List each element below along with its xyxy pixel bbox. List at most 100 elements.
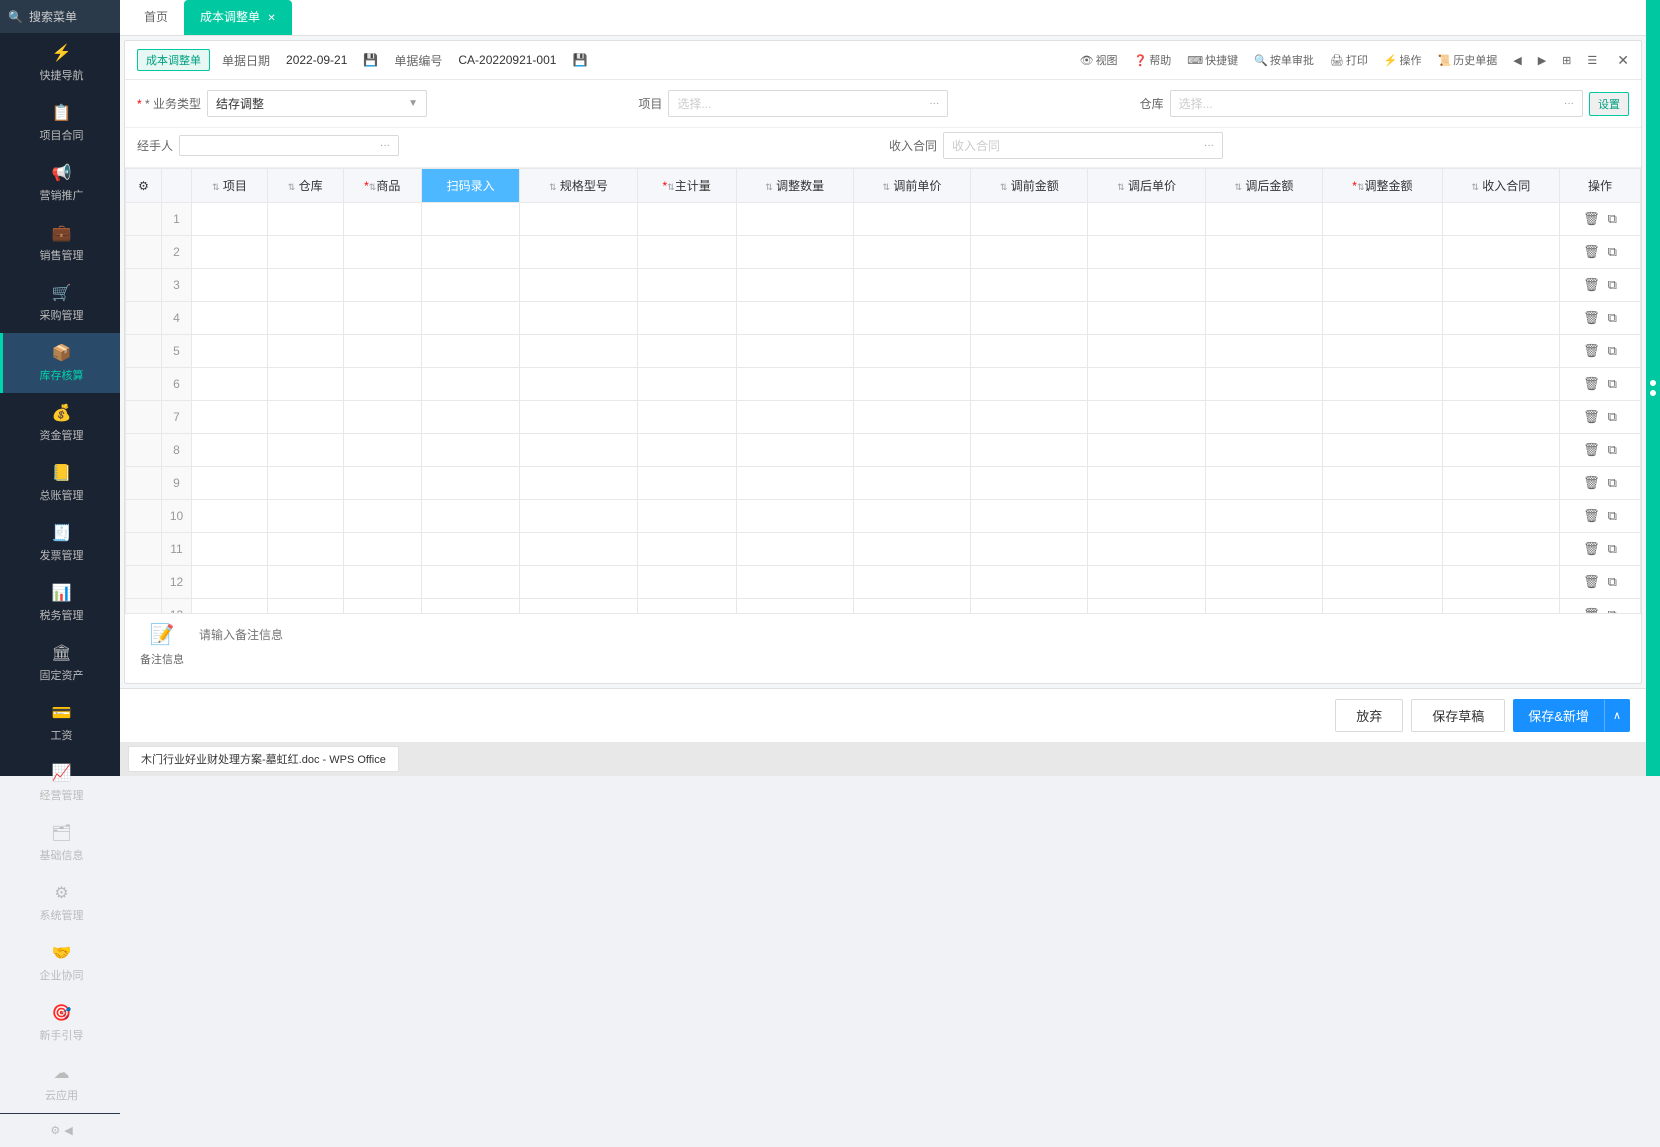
row-pre-unit-price-8[interactable] [853, 434, 970, 467]
row-warehouse-2[interactable] [267, 236, 343, 269]
col-post-amount-header[interactable]: ⇅ 调后金额 [1205, 169, 1322, 203]
row-scan-7[interactable] [421, 401, 520, 434]
row-goods-7[interactable] [343, 401, 421, 434]
col-adjust-amount-header[interactable]: *⇅调整金额 [1323, 169, 1443, 203]
tab-cost-adjust[interactable]: 成本调整单 ✕ [184, 0, 292, 35]
row-copy-11[interactable]: ⧉ [1606, 539, 1619, 559]
row-delete-6[interactable]: 🗑 [1581, 374, 1602, 394]
sidebar-item-project-contract[interactable]: 📋项目合同 [0, 93, 120, 153]
row-scan-6[interactable] [421, 368, 520, 401]
row-copy-5[interactable]: ⧉ [1606, 341, 1619, 361]
row-post-amount-5[interactable] [1205, 335, 1322, 368]
taskbar-item[interactable]: 木门行业好业财处理方案-墓虹红.doc - WPS Office [128, 746, 399, 772]
row-adjust-amount-9[interactable] [1323, 467, 1443, 500]
row-scan-10[interactable] [421, 500, 520, 533]
row-pre-unit-price-9[interactable] [853, 467, 970, 500]
row-pre-amount-7[interactable] [971, 401, 1088, 434]
row-adjust-qty-11[interactable] [736, 533, 853, 566]
sidebar-item-base-info[interactable]: 🗂基础信息 [0, 813, 120, 873]
sidebar-item-ops[interactable]: 📈经营管理 [0, 753, 120, 813]
tab-close-icon[interactable]: ✕ [267, 13, 275, 24]
row-pre-amount-4[interactable] [971, 302, 1088, 335]
row-scan-8[interactable] [421, 434, 520, 467]
row-post-amount-2[interactable] [1205, 236, 1322, 269]
row-post-amount-13[interactable] [1205, 599, 1322, 614]
row-project-5[interactable] [192, 335, 268, 368]
row-spec-7[interactable] [520, 401, 637, 434]
row-adjust-qty-4[interactable] [736, 302, 853, 335]
row-goods-5[interactable] [343, 335, 421, 368]
row-post-unit-price-2[interactable] [1088, 236, 1205, 269]
row-copy-13[interactable]: ⧉ [1606, 605, 1619, 613]
row-copy-7[interactable]: ⧉ [1606, 407, 1619, 427]
row-income-contract-6[interactable] [1442, 368, 1559, 401]
row-spec-6[interactable] [520, 368, 637, 401]
row-copy-10[interactable]: ⧉ [1606, 506, 1619, 526]
sidebar-item-purchase-mgmt[interactable]: 🛒采购管理 [0, 273, 120, 333]
shortcuts-btn[interactable]: ⌨ 快捷键 [1183, 50, 1242, 70]
review-btn[interactable]: 🔍 按单审批 [1250, 50, 1318, 70]
row-pre-amount-5[interactable] [971, 335, 1088, 368]
sidebar-item-inventory[interactable]: 📦库存核算 [0, 333, 120, 393]
settings-button[interactable]: 设置 [1589, 92, 1629, 116]
row-pre-amount-11[interactable] [971, 533, 1088, 566]
row-post-unit-price-7[interactable] [1088, 401, 1205, 434]
row-goods-2[interactable] [343, 236, 421, 269]
row-spec-8[interactable] [520, 434, 637, 467]
row-adjust-amount-6[interactable] [1323, 368, 1443, 401]
discard-button[interactable]: 放弃 [1335, 699, 1403, 732]
col-scan-header[interactable]: 扫码录入 [421, 169, 520, 203]
row-unit-9[interactable] [637, 467, 736, 500]
row-pre-unit-price-10[interactable] [853, 500, 970, 533]
row-warehouse-8[interactable] [267, 434, 343, 467]
sidebar-item-ledger[interactable]: 📒总账管理 [0, 453, 120, 513]
row-warehouse-6[interactable] [267, 368, 343, 401]
sidebar-item-sales-mgmt[interactable]: 💼销售管理 [0, 213, 120, 273]
row-spec-10[interactable] [520, 500, 637, 533]
row-scan-13[interactable] [421, 599, 520, 614]
row-project-8[interactable] [192, 434, 268, 467]
row-adjust-amount-8[interactable] [1323, 434, 1443, 467]
save-split-button[interactable]: ∧ [1604, 699, 1630, 732]
row-scan-2[interactable] [421, 236, 520, 269]
col-adjust-qty-header[interactable]: ⇅ 调整数量 [736, 169, 853, 203]
row-income-contract-5[interactable] [1442, 335, 1559, 368]
row-post-unit-price-8[interactable] [1088, 434, 1205, 467]
row-income-contract-10[interactable] [1442, 500, 1559, 533]
row-warehouse-7[interactable] [267, 401, 343, 434]
row-adjust-amount-13[interactable] [1323, 599, 1443, 614]
row-adjust-qty-7[interactable] [736, 401, 853, 434]
row-warehouse-11[interactable] [267, 533, 343, 566]
row-post-unit-price-10[interactable] [1088, 500, 1205, 533]
row-project-2[interactable] [192, 236, 268, 269]
col-pre-amount-header[interactable]: ⇅ 调前金额 [971, 169, 1088, 203]
row-pre-unit-price-4[interactable] [853, 302, 970, 335]
row-goods-8[interactable] [343, 434, 421, 467]
row-unit-5[interactable] [637, 335, 736, 368]
col-warehouse-header[interactable]: ⇅ 仓库 [267, 169, 343, 203]
row-post-amount-6[interactable] [1205, 368, 1322, 401]
row-scan-12[interactable] [421, 566, 520, 599]
row-income-contract-9[interactable] [1442, 467, 1559, 500]
sidebar-item-assets[interactable]: 🏛固定资产 [0, 633, 120, 693]
row-income-contract-8[interactable] [1442, 434, 1559, 467]
row-pre-unit-price-13[interactable] [853, 599, 970, 614]
row-copy-2[interactable]: ⧉ [1606, 242, 1619, 262]
row-adjust-qty-5[interactable] [736, 335, 853, 368]
row-delete-5[interactable]: 🗑 [1581, 341, 1602, 361]
sidebar-item-payroll[interactable]: 💳工资 [0, 693, 120, 753]
row-income-contract-12[interactable] [1442, 566, 1559, 599]
col-settings-header[interactable]: ⚙ [126, 169, 162, 203]
row-copy-1[interactable]: ⧉ [1606, 209, 1619, 229]
actions-btn[interactable]: ⚡ 操作 [1380, 50, 1426, 70]
row-income-contract-3[interactable] [1442, 269, 1559, 302]
row-pre-amount-13[interactable] [971, 599, 1088, 614]
row-spec-3[interactable] [520, 269, 637, 302]
row-income-contract-4[interactable] [1442, 302, 1559, 335]
row-project-1[interactable] [192, 203, 268, 236]
help-btn[interactable]: ❓ 帮助 [1130, 50, 1176, 70]
row-unit-11[interactable] [637, 533, 736, 566]
row-post-unit-price-5[interactable] [1088, 335, 1205, 368]
row-unit-12[interactable] [637, 566, 736, 599]
row-delete-11[interactable]: 🗑 [1581, 539, 1602, 559]
